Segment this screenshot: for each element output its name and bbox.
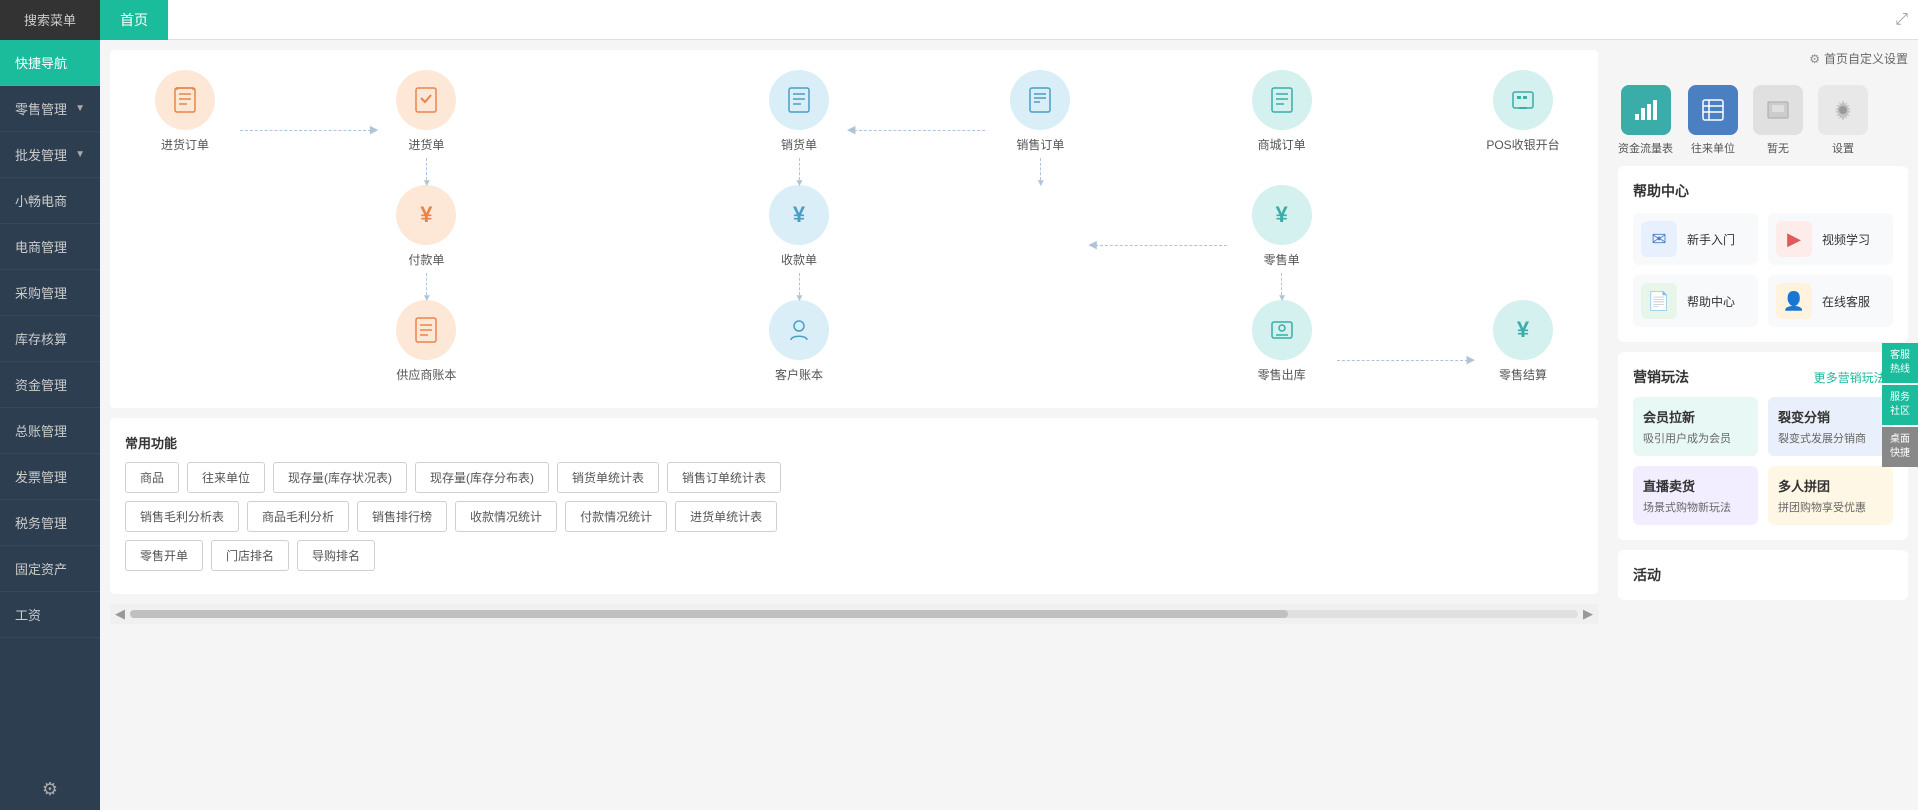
marketing-item-live[interactable]: 直播卖货 场景式购物新玩法 — [1633, 466, 1758, 525]
node-purchase-order[interactable]: 进货订单 — [130, 70, 240, 153]
node-pos[interactable]: POS收银开台 — [1468, 70, 1578, 153]
marketing-card: 营销玩法 更多营销玩法 › 会员拉新 吸引用户成为会员 裂变分销 裂变式发展分销… — [1618, 352, 1908, 540]
expand-icon[interactable]: ⤢ — [1895, 11, 1908, 29]
func-btn-contacts[interactable]: 往来单位 — [187, 462, 265, 493]
help-item-helpcenter[interactable]: 📄 帮助中心 — [1633, 275, 1758, 327]
func-btn-sales-profit[interactable]: 销售毛利分析表 — [125, 501, 239, 532]
node-payment[interactable]: ¥ 付款单 — [371, 185, 481, 268]
common-functions-title: 常用功能 — [125, 433, 1583, 452]
func-btn-goods-profit[interactable]: 商品毛利分析 — [247, 501, 349, 532]
func-btn-stock-dist[interactable]: 现存量(库存分布表) — [415, 462, 549, 493]
sidebar-item-invoice[interactable]: 发票管理 — [0, 454, 100, 500]
helpcenter-icon: 📄 — [1641, 283, 1677, 319]
contacts-icon-box — [1688, 85, 1738, 135]
help-grid: ✉ 新手入门 ▶ 视频学习 📄 帮助中心 👤 在线客服 — [1633, 213, 1893, 327]
common-functions-section: 常用功能 商品 往来单位 现存量(库存状况表) 现存量(库存分布表) 销货单统计… — [110, 418, 1598, 594]
node-sales-order[interactable]: 销售订单 — [985, 70, 1095, 153]
settings-gear-icon[interactable]: ⚙ — [42, 779, 58, 800]
float-buttons: 客服热线 服务社区 桌面快捷 — [1882, 343, 1918, 467]
marketing-title: 营销玩法 — [1633, 367, 1689, 387]
node-retail-order[interactable]: ¥ 零售单 — [1227, 185, 1337, 268]
quick-icon-settings[interactable]: 设置 — [1818, 85, 1868, 156]
func-btn-guide-rank[interactable]: 导购排名 — [297, 540, 375, 571]
sidebar-item-salary[interactable]: 工资 — [0, 592, 100, 638]
video-icon: ▶ — [1776, 221, 1812, 257]
sidebar-item-tax[interactable]: 税务管理 — [0, 500, 100, 546]
help-center-card: 帮助中心 ✉ 新手入门 ▶ 视频学习 📄 帮助中心 👤 — [1618, 166, 1908, 342]
marketing-header: 营销玩法 更多营销玩法 › — [1633, 367, 1893, 387]
activity-card: 活动 — [1618, 550, 1908, 600]
scroll-right-button[interactable]: ▶ — [1578, 606, 1598, 622]
cashflow-icon-box — [1621, 85, 1671, 135]
home-settings-link[interactable]: ⚙ 首页自定义设置 — [1618, 50, 1908, 67]
horizontal-scrollbar[interactable]: ◀ ▶ — [110, 604, 1598, 624]
node-mall-order[interactable]: 商城订单 — [1227, 70, 1337, 153]
node-purchase-slip[interactable]: 进货单 — [371, 70, 481, 153]
node-retail-outbound[interactable]: 零售出库 — [1227, 300, 1337, 383]
sidebar-item-ecommerce[interactable]: 电商管理 — [0, 224, 100, 270]
sidebar-item-retail[interactable]: 零售管理 ▼ — [0, 86, 100, 132]
beginner-icon: ✉ — [1641, 221, 1677, 257]
func-btn-goods[interactable]: 商品 — [125, 462, 179, 493]
node-supplier-ledger[interactable]: 供应商账本 — [371, 300, 481, 383]
quick-icon-contacts[interactable]: 往来单位 — [1688, 85, 1738, 156]
func-btn-retail-order[interactable]: 零售开单 — [125, 540, 203, 571]
func-btn-payment-stat[interactable]: 付款情况统计 — [565, 501, 667, 532]
marketing-item-member[interactable]: 会员拉新 吸引用户成为会员 — [1633, 397, 1758, 456]
sidebar-item-quick-nav[interactable]: 快捷导航 — [0, 40, 100, 86]
help-item-online-service[interactable]: 👤 在线客服 — [1768, 275, 1893, 327]
empty-icon-box — [1753, 85, 1803, 135]
help-item-video[interactable]: ▶ 视频学习 — [1768, 213, 1893, 265]
node-customer-ledger[interactable]: 客户账本 — [744, 300, 854, 383]
quick-icon-cashflow[interactable]: 资金流量表 — [1618, 85, 1673, 156]
float-btn-service[interactable]: 客服热线 — [1882, 343, 1918, 383]
func-btn-receipt-stat[interactable]: 收款情况统计 — [455, 501, 557, 532]
sidebar: 快捷导航 零售管理 ▼ 批发管理 ▼ 小畅电商 电商管理 采购管理 库存核算 资… — [0, 40, 100, 810]
help-item-beginner[interactable]: ✉ 新手入门 — [1633, 213, 1758, 265]
func-btn-sales-stat[interactable]: 销货单统计表 — [557, 462, 659, 493]
func-buttons-row2: 销售毛利分析表 商品毛利分析 销售排行榜 收款情况统计 付款情况统计 进货单统计… — [125, 501, 1583, 532]
sidebar-item-xiaochang[interactable]: 小畅电商 — [0, 178, 100, 224]
scroll-track[interactable] — [130, 610, 1578, 618]
tab-home[interactable]: 首页 — [100, 0, 168, 40]
func-btn-stock-status[interactable]: 现存量(库存状况表) — [273, 462, 407, 493]
func-btn-purchase-stat[interactable]: 进货单统计表 — [675, 501, 777, 532]
flow-diagram-card: 进货订单 ▶ 进货单 — [110, 50, 1598, 408]
marketing-grid: 会员拉新 吸引用户成为会员 裂变分销 裂变式发展分销商 直播卖货 场景式购物新玩… — [1633, 397, 1893, 525]
search-menu-button[interactable]: 搜索菜单 — [0, 0, 100, 40]
sidebar-item-wholesale[interactable]: 批发管理 ▼ — [0, 132, 100, 178]
func-btn-order-stat[interactable]: 销售订单统计表 — [667, 462, 781, 493]
node-receipt[interactable]: ¥ 收款单 — [744, 185, 854, 268]
func-btn-sales-rank[interactable]: 销售排行榜 — [357, 501, 447, 532]
float-btn-community[interactable]: 服务社区 — [1882, 385, 1918, 425]
help-center-title: 帮助中心 — [1633, 181, 1893, 201]
sidebar-item-purchase[interactable]: 采购管理 — [0, 270, 100, 316]
sidebar-item-fixed-assets[interactable]: 固定资产 — [0, 546, 100, 592]
float-btn-desktop[interactable]: 桌面快捷 — [1882, 427, 1918, 467]
right-panel: ⚙ 首页自定义设置 资金流量表 往来单位 — [1608, 40, 1918, 810]
sidebar-item-inventory[interactable]: 库存核算 — [0, 316, 100, 362]
func-btn-store-rank[interactable]: 门店排名 — [211, 540, 289, 571]
quick-access-icons: 资金流量表 往来单位 暂无 — [1618, 85, 1908, 156]
home-settings-gear-icon: ⚙ — [1809, 52, 1820, 66]
func-buttons-row1: 商品 往来单位 现存量(库存状况表) 现存量(库存分布表) 销货单统计表 销售订… — [125, 462, 1583, 493]
activity-title: 活动 — [1633, 567, 1661, 583]
sidebar-item-finance[interactable]: 资金管理 — [0, 362, 100, 408]
func-buttons-row3: 零售开单 门店排名 导购排名 — [125, 540, 1583, 571]
scroll-thumb — [130, 610, 1288, 618]
scroll-left-button[interactable]: ◀ — [110, 606, 130, 622]
marketing-item-fission[interactable]: 裂变分销 裂变式发展分销商 — [1768, 397, 1893, 456]
marketing-item-group[interactable]: 多人拼团 拼团购物享受优惠 — [1768, 466, 1893, 525]
node-sales-slip[interactable]: 销货单 — [744, 70, 854, 153]
online-service-icon: 👤 — [1776, 283, 1812, 319]
settings-icon-box — [1818, 85, 1868, 135]
quick-icon-empty[interactable]: 暂无 — [1753, 85, 1803, 156]
sidebar-item-ledger[interactable]: 总账管理 — [0, 408, 100, 454]
node-retail-settlement[interactable]: ¥ 零售结算 — [1468, 300, 1578, 383]
